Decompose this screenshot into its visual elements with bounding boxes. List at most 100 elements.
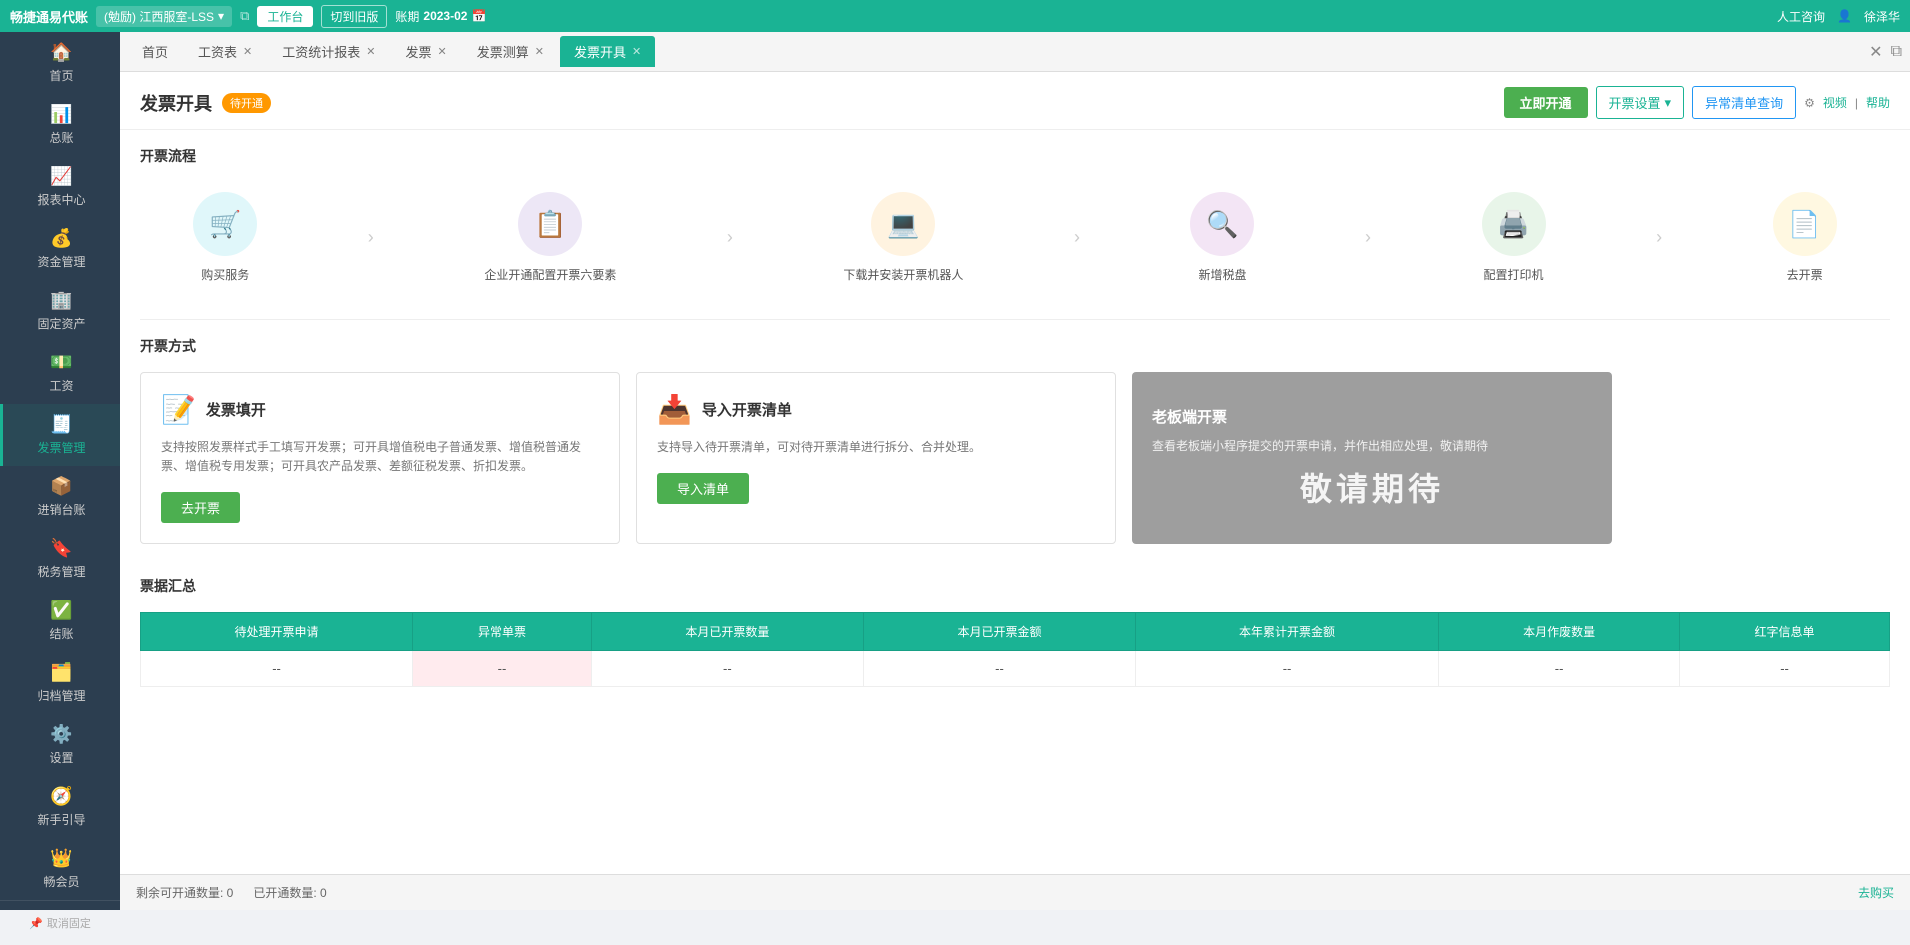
tab-payroll-stats[interactable]: 工资统计报表✕ [268, 36, 389, 67]
page-title: 发票开具 [140, 90, 212, 116]
configure-printer-icon-wrap: 🖨️ [1482, 192, 1546, 256]
help-link[interactable]: 帮助 [1866, 94, 1890, 111]
billing-method-title: 开票方式 [140, 336, 1890, 356]
process-step-open-invoice[interactable]: 📄 去开票 [1773, 192, 1837, 283]
sidebar-item-settings[interactable]: ⚙️ 设置 [0, 714, 120, 776]
sidebar-item-reports[interactable]: 📈 报表中心 [0, 156, 120, 218]
process-step-buy-service[interactable]: 🛒 购买服务 [193, 192, 257, 283]
step-arrow-2: › [1074, 227, 1080, 248]
summary-title: 票据汇总 [140, 576, 1890, 596]
sidebar-item-ledger[interactable]: 📊 总账 [0, 94, 120, 156]
tab-bar-right: ✕ ⧉ [1869, 42, 1902, 62]
chevron-down-icon: ▾ [1665, 95, 1672, 111]
archive-icon: 🗂️ [50, 662, 72, 683]
tab-close-payroll-stats[interactable]: ✕ [366, 45, 375, 58]
consultant-link[interactable]: 人工咨询 [1777, 8, 1825, 25]
company-selector[interactable]: (勉励) 江西服室-LSS ▾ [96, 6, 232, 27]
tab-invoice-calc[interactable]: 发票测算✕ [463, 36, 558, 67]
pin-toggle[interactable]: 📌 取消固定 [0, 909, 120, 937]
buy-link[interactable]: 去购买 [1858, 884, 1894, 901]
calendar-icon[interactable]: 📅 [471, 9, 486, 23]
sidebar-item-payroll[interactable]: 💵 工资 [0, 342, 120, 404]
billing-card1-title: 发票填开 [206, 399, 266, 420]
process-step-download[interactable]: 💻 下载并安装开票机器人 [843, 192, 963, 283]
page-header: 发票开具 待开通 立即开通 开票设置 ▾ 异常清单查询 ⚙ 视频 | 帮助 [120, 72, 1910, 130]
pin-icon: 📌 [29, 917, 43, 930]
open-invoice-icon-wrap: 📄 [1773, 192, 1837, 256]
settings-icon: ⚙ [1804, 96, 1815, 110]
summary-header: 异常单票 [413, 613, 592, 651]
process-step-add-taxbox[interactable]: 🔍 新增税盘 [1190, 192, 1254, 283]
tab-close-invoice-tools[interactable]: ✕ [632, 45, 641, 58]
sidebar-item-funds[interactable]: 💰 资金管理 [0, 218, 120, 280]
configure-label: 企业开通配置开票六要素 [484, 266, 616, 283]
process-steps: 🛒 购买服务 › 📋 企业开通配置开票六要素 › 💻 下载并安装开票机器人 › … [140, 182, 1890, 303]
tab-close-invoice-calc[interactable]: ✕ [535, 45, 544, 58]
sidebar-label-invoice-mgmt: 发票管理 [37, 439, 85, 456]
add-taxbox-icon: 🔍 [1206, 209, 1238, 240]
import-list-button[interactable]: 导入清单 [657, 473, 749, 504]
open-now-button[interactable]: 立即开通 [1504, 87, 1588, 118]
process-step-configure[interactable]: 📋 企业开通配置开票六要素 [484, 192, 616, 283]
sidebar-label-tax: 税务管理 [37, 563, 85, 580]
tab-label-invoice-tools: 发票开具 [574, 42, 626, 61]
company-name: (勉励) 江西服室-LSS [104, 8, 214, 25]
sidebar-item-guide[interactable]: 🧭 新手引导 [0, 776, 120, 838]
summary-header: 本月作废数量 [1439, 613, 1680, 651]
summary-cell-6: -- [1680, 651, 1890, 687]
summary-header: 红字信息单 [1680, 613, 1890, 651]
open-settings-button[interactable]: 开票设置 ▾ [1596, 86, 1685, 119]
tab-close-invoice[interactable]: ✕ [438, 45, 447, 58]
member-icon: 👑 [50, 848, 72, 869]
sidebar-item-archive[interactable]: 🗂️ 归档管理 [0, 652, 120, 714]
period-label: 账期 [395, 8, 419, 25]
remaining-count: 剩余可开通数量: 0 [136, 884, 233, 901]
summary-header: 本月已开票金额 [863, 613, 1135, 651]
configure-icon: 📋 [534, 209, 566, 240]
sidebar-item-settlement[interactable]: ✅ 结账 [0, 590, 120, 652]
sidebar-item-member[interactable]: 👑 畅会员 [0, 838, 120, 900]
summary-header: 本月已开票数量 [591, 613, 863, 651]
pin-label: 取消固定 [47, 915, 91, 931]
sidebar-item-home[interactable]: 🏠 首页 [0, 32, 120, 94]
buy-service-label: 购买服务 [201, 266, 249, 283]
billing-card-import: 📥 导入开票清单 支持导入待开票清单，可对待开票清单进行拆分、合并处理。 导入清… [636, 372, 1116, 544]
tax-icon: 🔖 [50, 538, 72, 559]
sidebar-item-invoice-mgmt[interactable]: 🧾 发票管理 [0, 404, 120, 466]
sidebar-label-purchase-sales: 进销台账 [37, 501, 85, 518]
tab-invoice[interactable]: 发票 ✕ [391, 36, 460, 67]
old-version-button[interactable]: 切到旧版 [321, 5, 387, 28]
sidebar-item-purchase-sales[interactable]: 📦 进销台账 [0, 466, 120, 528]
tab-payroll[interactable]: 工资表 ✕ [184, 36, 266, 67]
sidebar-bottom: 📌 取消固定 [0, 900, 120, 945]
sidebar-item-assets[interactable]: 🏢 固定资产 [0, 280, 120, 342]
billing-card2-header: 📥 导入开票清单 [657, 393, 1095, 426]
workbench-button[interactable]: 工作台 [257, 6, 313, 27]
ledger-icon: 📊 [50, 104, 72, 125]
abnormal-query-button[interactable]: 异常清单查询 [1692, 86, 1796, 119]
process-step-configure-printer[interactable]: 🖨️ 配置打印机 [1482, 192, 1546, 283]
restore-icon[interactable]: ⧉ [1891, 43, 1902, 61]
tab-invoice-tools[interactable]: 发票开具 ✕ [560, 36, 655, 67]
summary-table: 待处理开票申请异常单票本月已开票数量本月已开票金额本年累计开票金额本月作废数量红… [140, 612, 1890, 687]
billing-method-section: 开票方式 📝 发票填开 支持按照发票样式手工填写开发票；可开具增值税电子普通发票… [120, 320, 1910, 560]
download-label: 下载并安装开票机器人 [843, 266, 963, 283]
sidebar-label-funds: 资金管理 [37, 253, 85, 270]
summary-header: 本年累计开票金额 [1135, 613, 1438, 651]
tab-label-payroll: 工资表 [198, 42, 237, 61]
sidebar-label-settings: 设置 [49, 749, 73, 766]
open-settings-label: 开票设置 [1609, 93, 1661, 112]
guide-icon: 🧭 [50, 786, 72, 807]
sidebar-item-tax[interactable]: 🔖 税务管理 [0, 528, 120, 590]
go-invoice-button[interactable]: 去开票 [161, 492, 240, 523]
tab-home[interactable]: 首页 [128, 36, 182, 67]
add-taxbox-label: 新增税盘 [1198, 266, 1246, 283]
tab-close-payroll[interactable]: ✕ [243, 45, 252, 58]
tab-label-invoice: 发票 [405, 42, 431, 61]
billing-card2-desc: 支持导入待开票清单，可对待开票清单进行拆分、合并处理。 [657, 438, 1095, 457]
close-tab-icon[interactable]: ✕ [1869, 42, 1882, 62]
old-platform-desc: 查看老板端小程序提交的开票申请，并作出相应处理，敬请期待 [1152, 437, 1488, 454]
period-value: 2023-02 [423, 9, 467, 23]
copy-icon[interactable]: ⧉ [240, 8, 249, 24]
video-help-link[interactable]: 视频 [1823, 94, 1847, 111]
